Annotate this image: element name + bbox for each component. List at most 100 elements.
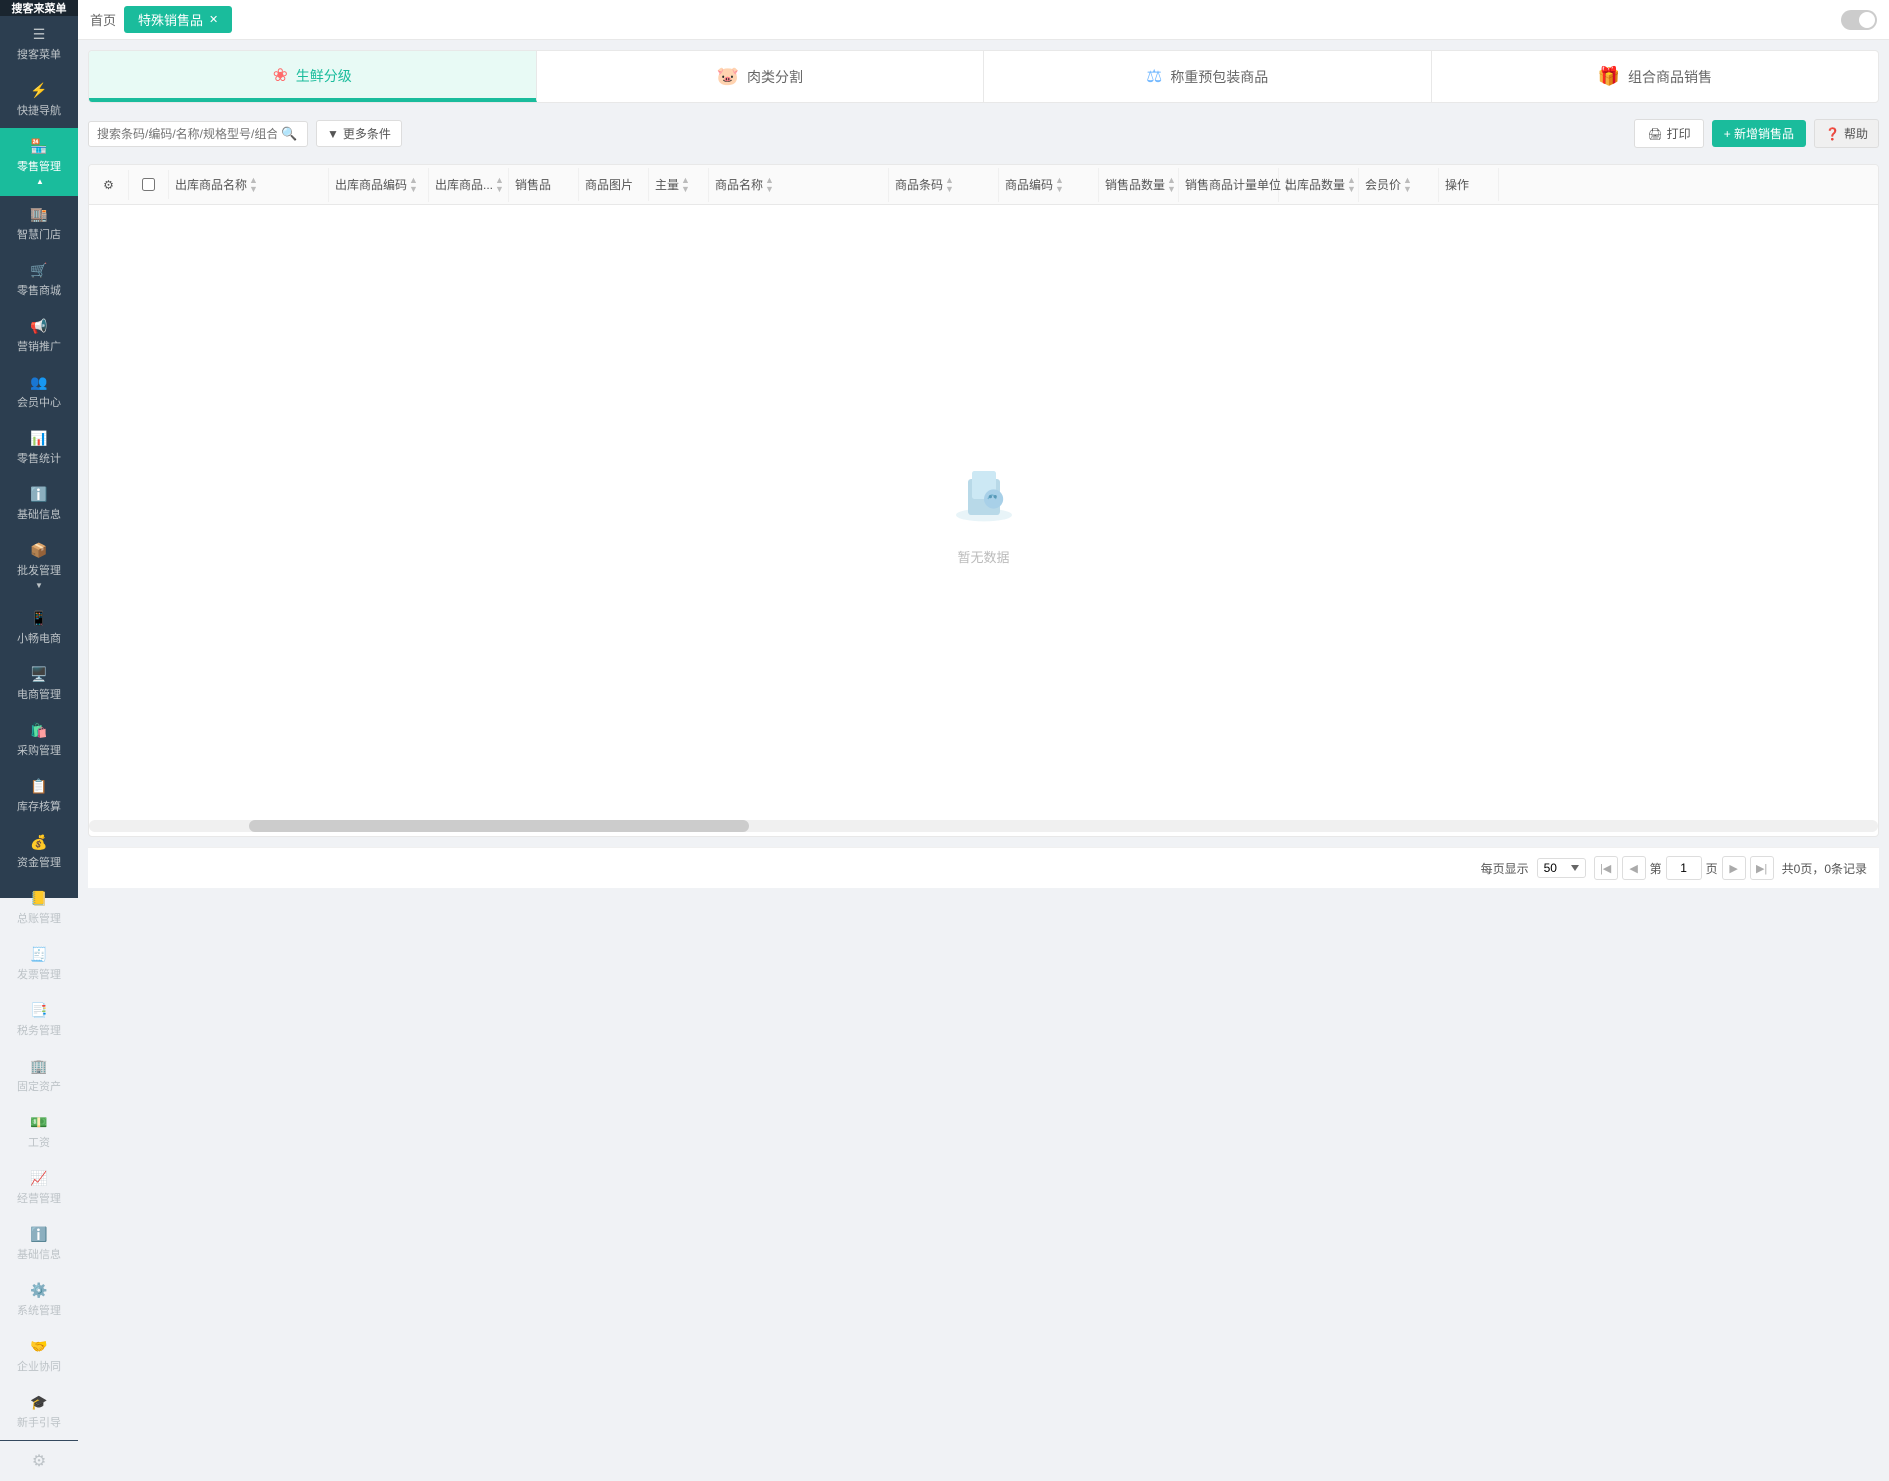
sidebar-item-purchase-mgmt[interactable]: 🛍️ 采购管理 — [0, 712, 78, 768]
sidebar-item-label: 快捷导航 — [17, 102, 61, 118]
sidebar-item-label: 电商管理 — [17, 686, 61, 702]
prev-page-button[interactable]: ◀ — [1622, 856, 1646, 880]
sidebar-item-marketing[interactable]: 📢 营销推广 — [0, 308, 78, 364]
th-sale-qty[interactable]: 销售品数量 ▲▼ — [1099, 168, 1179, 202]
th-product-spec[interactable]: 出库商品... ▲▼ — [429, 168, 509, 202]
th-product-code[interactable]: 出库商品编码 ▲▼ — [329, 168, 429, 202]
tab-bar: ❀ 生鲜分级 🐷 肉类分割 ⚖ 称重预包装商品 🎁 组合商品销售 — [88, 50, 1879, 103]
cart-icon: 🛒 — [30, 262, 47, 279]
people-icon: 👥 — [30, 374, 47, 391]
sidebar-item-fixed-assets[interactable]: 🏢 固定资产 — [0, 1048, 78, 1104]
sort-icon: ▲▼ — [409, 176, 418, 194]
th-member-price[interactable]: 会员价 ▲▼ — [1359, 168, 1439, 202]
sidebar-item-smart-store[interactable]: 🏬 智慧门店 — [0, 196, 78, 252]
sidebar-item-label: 企业协同 — [17, 1358, 61, 1374]
sidebar-item-retail-mgmt[interactable]: 🏪 零售管理 — [0, 128, 78, 196]
sort-icon: ▲▼ — [495, 176, 504, 194]
settings-button[interactable]: ⚙ — [0, 1441, 78, 1481]
select-all-checkbox[interactable] — [142, 178, 155, 191]
sidebar-item-quick-nav[interactable]: ⚡ 快捷导航 — [0, 72, 78, 128]
sidebar: 搜客来菜单 ☰ 搜客菜单 ⚡ 快捷导航 🏪 零售管理 🏬 智慧门店 🛒 零售商城… — [0, 0, 78, 898]
combo-icon: 🎁 — [1598, 66, 1620, 87]
th-settings[interactable]: ⚙ — [89, 170, 129, 200]
sort-icon: ▲▼ — [249, 176, 258, 194]
sidebar-item-batch-mgmt[interactable]: 📦 批发管理 — [0, 532, 78, 600]
th-unit[interactable]: 销售商品计量单位 ▲▼ — [1179, 168, 1279, 202]
sidebar-item-sys-mgmt[interactable]: ⚙️ 系统管理 — [0, 1272, 78, 1328]
sidebar-item-retail-mall[interactable]: 🛒 零售商城 — [0, 252, 78, 308]
tab-scale-pkg-label: 称重预包装商品 — [1170, 67, 1268, 87]
sidebar-item-ledger[interactable]: 📒 总账管理 — [0, 880, 78, 936]
per-page-select[interactable]: 50 10 20 100 — [1537, 858, 1586, 878]
tab-combo-label: 组合商品销售 — [1628, 67, 1712, 87]
sidebar-item-label: 采购管理 — [17, 742, 61, 758]
th-stock-qty[interactable]: 出库品数量 ▲▼ — [1279, 168, 1359, 202]
breadcrumb-home[interactable]: 首页 — [90, 10, 116, 29]
info-icon: ℹ️ — [30, 486, 47, 503]
help-label: 帮助 — [1844, 125, 1868, 142]
sort-icon: ▲▼ — [765, 176, 774, 194]
toggle-switch[interactable] — [1841, 10, 1877, 30]
sidebar-item-new-guide[interactable]: 🎓 新手引导 — [0, 1384, 78, 1440]
sort-icon: ▲▼ — [1167, 176, 1176, 194]
fresh-grade-icon: ❀ — [273, 65, 288, 86]
sidebar-item-basic-info[interactable]: ℹ️ 基础信息 — [0, 476, 78, 532]
sidebar-item-retail-stats[interactable]: 📊 零售统计 — [0, 420, 78, 476]
toolbar-right: 🖨 打印 + 新增销售品 ❓ 帮助 — [1634, 119, 1879, 148]
sidebar-item-corp-agreement[interactable]: 🤝 企业协同 — [0, 1328, 78, 1384]
horizontal-scrollbar[interactable] — [89, 820, 1878, 832]
sidebar-item-inventory[interactable]: 📋 库存核算 — [0, 768, 78, 824]
last-page-button[interactable]: ▶| — [1750, 856, 1774, 880]
th-name[interactable]: 商品名称 ▲▼ — [709, 168, 889, 202]
sidebar-item-finance[interactable]: 💰 资金管理 — [0, 824, 78, 880]
empty-illustration — [944, 455, 1024, 535]
top-right-area — [1841, 10, 1877, 30]
table-body: 暂无数据 — [89, 205, 1878, 836]
sidebar-item-search[interactable]: ☰ 搜客菜单 — [0, 16, 78, 72]
sidebar-item-label: 基础信息 — [17, 1246, 61, 1262]
pagination: 每页显示 50 10 20 100 |◀ ◀ 第 页 ▶ ▶| 共0页，0条记录 — [88, 847, 1879, 888]
tab-scale-pkg[interactable]: ⚖ 称重预包装商品 — [984, 51, 1432, 102]
th-checkbox[interactable] — [129, 170, 169, 199]
filter-button[interactable]: ▼ 更多条件 — [316, 120, 402, 147]
sidebar-item-ecom-mgmt[interactable]: 🖥️ 电商管理 — [0, 656, 78, 712]
tab-meat-cut[interactable]: 🐷 肉类分割 — [537, 51, 985, 102]
active-tab[interactable]: 特殊销售品 ✕ — [124, 6, 232, 33]
page-number-input[interactable] — [1666, 856, 1702, 880]
active-tab-label: 特殊销售品 — [138, 10, 203, 29]
sidebar-item-label: 库存核算 — [17, 798, 61, 814]
search-input[interactable] — [97, 127, 277, 141]
shopping-icon: 🛍️ — [30, 722, 47, 739]
sidebar-item-ops-mgmt[interactable]: 📈 经营管理 — [0, 1160, 78, 1216]
sidebar-item-mini-ecom[interactable]: 📱 小畅电商 — [0, 600, 78, 656]
tab-combo[interactable]: 🎁 组合商品销售 — [1432, 51, 1879, 102]
help-button[interactable]: ❓ 帮助 — [1814, 119, 1879, 148]
store-icon: 🏪 — [30, 138, 47, 155]
sidebar-item-tax[interactable]: 📑 税务管理 — [0, 992, 78, 1048]
next-page-button[interactable]: ▶ — [1722, 856, 1746, 880]
gear2-icon: ⚙️ — [30, 1282, 47, 1299]
help-icon: ❓ — [1825, 127, 1840, 141]
first-page-button[interactable]: |◀ — [1594, 856, 1618, 880]
th-sku[interactable]: 商品编码 ▲▼ — [999, 168, 1099, 202]
th-barcode[interactable]: 商品条码 ▲▼ — [889, 168, 999, 202]
sidebar-item-basic-info2[interactable]: ℹ️ 基础信息 — [0, 1216, 78, 1272]
tab-fresh-grade[interactable]: ❀ 生鲜分级 — [89, 51, 537, 102]
sort-icon: ▲▼ — [1347, 176, 1356, 194]
print-label: 打印 — [1667, 125, 1691, 142]
sidebar-item-label: 发票管理 — [17, 966, 61, 982]
th-sale-item: 销售品 — [509, 168, 579, 201]
sidebar-item-members[interactable]: 👥 会员中心 — [0, 364, 78, 420]
tab-close-button[interactable]: ✕ — [209, 13, 218, 26]
handshake-icon: 🤝 — [30, 1338, 47, 1355]
sidebar-item-label: 搜客菜单 — [17, 46, 61, 62]
new-sale-button[interactable]: + 新增销售品 — [1712, 120, 1806, 147]
sidebar-item-invoice[interactable]: 🧾 发票管理 — [0, 936, 78, 992]
th-product-name[interactable]: 出库商品名称 ▲▼ — [169, 168, 329, 202]
print-button[interactable]: 🖨 打印 — [1634, 119, 1703, 148]
sidebar-item-label: 小畅电商 — [17, 630, 61, 646]
filter-label: 更多条件 — [343, 125, 391, 142]
sidebar-item-salary[interactable]: 💵 工资 — [0, 1104, 78, 1160]
scrollbar-thumb[interactable] — [249, 820, 749, 832]
th-weight[interactable]: 主量 ▲▼ — [649, 168, 709, 202]
